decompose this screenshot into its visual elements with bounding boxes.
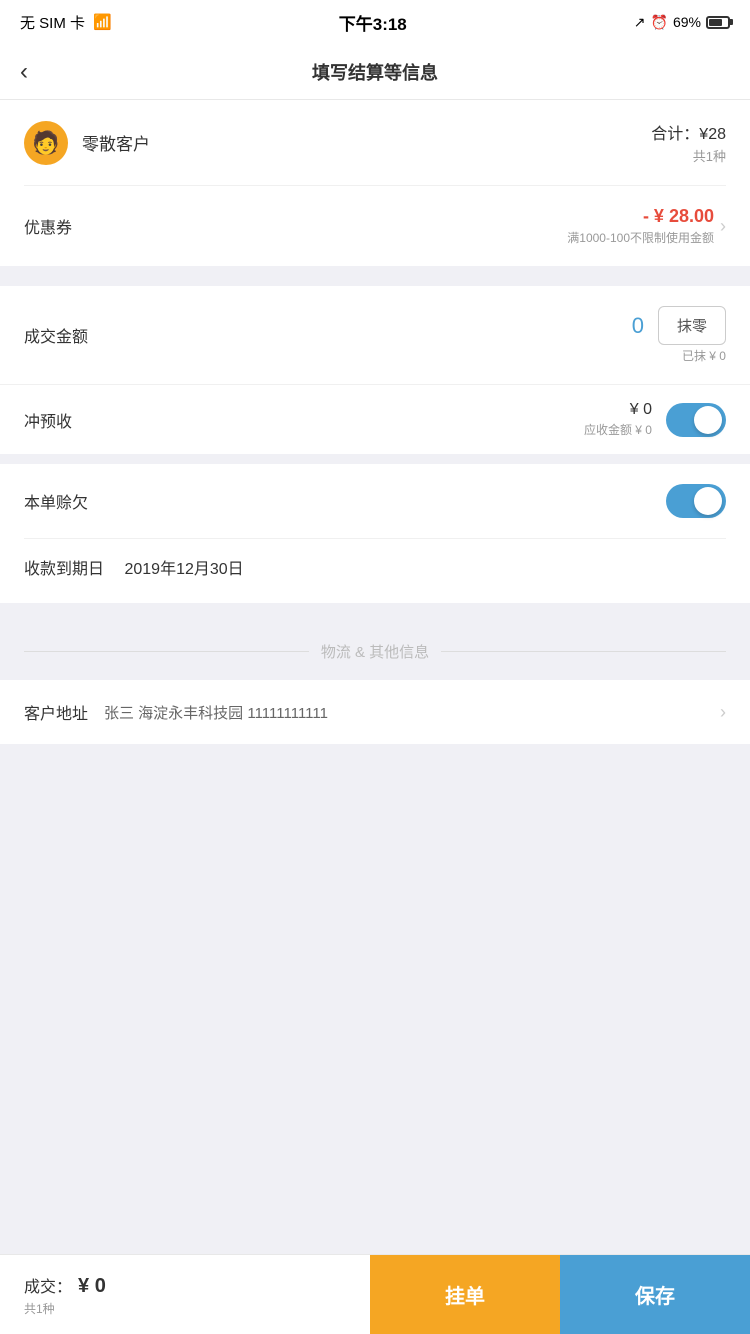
customer-left: 🧑 零散客户 — [24, 121, 150, 165]
pre-receive-amount: ¥ 0 — [584, 401, 652, 419]
coupon-discount: - ¥ 28.00 — [567, 206, 714, 227]
due-date-row: 收款到期日 2019年12月30日 — [0, 539, 750, 603]
round-off-button[interactable]: 抹零 — [658, 306, 726, 345]
deal-amount-value[interactable]: 0 — [604, 313, 644, 339]
customer-section: 🧑 零散客户 合计：¥28 共1种 优惠券 - ¥ 28.00 满1000-10… — [0, 100, 750, 266]
deal-section: 成交金额 0 抹零 已抹 ¥ 0 冲预收 ¥ 0 应收金额 ¥ 0 — [0, 286, 750, 454]
customer-name: 零散客户 — [82, 130, 150, 155]
time-display: 下午3:18 — [339, 10, 407, 35]
coupon-value-wrapper: - ¥ 28.00 满1000-100不限制使用金额 — [567, 206, 714, 246]
content-area: 🧑 零散客户 合计：¥28 共1种 优惠券 - ¥ 28.00 满1000-10… — [0, 100, 750, 834]
logistics-line-left — [24, 651, 309, 652]
debt-section: 本单赊欠 收款到期日 2019年12月30日 — [0, 464, 750, 603]
logistics-section: 物流 & 其他信息 — [0, 623, 750, 680]
chevron-right-icon: › — [720, 216, 726, 237]
wifi-icon: 📶 — [93, 13, 112, 31]
status-left: 无 SIM 卡 📶 — [20, 12, 112, 33]
toggle-knob — [694, 406, 722, 434]
due-date-label: 收款到期日 — [24, 561, 104, 578]
page-title: 填写结算等信息 — [312, 59, 438, 85]
nav-bar: ‹ 填写结算等信息 — [0, 44, 750, 100]
avatar-icon: 🧑 — [32, 130, 59, 156]
battery-icon — [706, 16, 730, 29]
debt-toggle-knob — [694, 487, 722, 515]
customer-row: 🧑 零散客户 合计：¥28 共1种 — [0, 100, 750, 185]
save-button[interactable]: 保存 — [560, 1255, 750, 1334]
pre-receive-row: 冲预收 ¥ 0 应收金额 ¥ 0 — [0, 385, 750, 454]
pre-receive-sub: 应收金额 ¥ 0 — [584, 421, 652, 438]
pre-receive-amounts: ¥ 0 应收金额 ¥ 0 — [584, 401, 652, 438]
address-chevron-icon: › — [720, 702, 726, 723]
deal-amount-row: 成交金额 0 抹零 已抹 ¥ 0 — [0, 286, 750, 385]
logistics-divider: 物流 & 其他信息 — [24, 641, 726, 662]
address-row[interactable]: 客户地址 张三 海淀永丰科技园 11111111111 › — [0, 680, 750, 744]
customer-total: 合计：¥28 共1种 — [651, 120, 726, 165]
gray-divider-2 — [0, 454, 750, 464]
logistics-label: 物流 & 其他信息 — [321, 641, 429, 662]
bottom-summary-label: 成交： — [24, 1273, 72, 1297]
address-section: 客户地址 张三 海淀永丰科技园 11111111111 › — [0, 680, 750, 744]
deal-amount-right: 0 抹零 — [604, 306, 726, 345]
address-key: 客户地址 — [24, 700, 88, 724]
location-icon: ↗ — [634, 14, 646, 31]
bottom-summary-count: 共1种 — [24, 1300, 346, 1317]
hold-order-button[interactable]: 挂单 — [370, 1255, 560, 1334]
bottom-summary-top: 成交： ¥ 0 — [24, 1273, 346, 1298]
battery-percent: 69% — [673, 14, 701, 30]
coupon-label: 优惠券 — [24, 214, 72, 238]
deal-amount-label: 成交金额 — [24, 323, 88, 347]
due-date-value: 2019年12月30日 — [124, 561, 243, 578]
bottom-summary-amount: ¥ 0 — [78, 1275, 106, 1298]
back-button[interactable]: ‹ — [12, 50, 36, 94]
debt-row: 本单赊欠 — [0, 464, 750, 538]
carrier-text: 无 SIM 卡 — [20, 12, 85, 33]
avatar: 🧑 — [24, 121, 68, 165]
coupon-right: - ¥ 28.00 满1000-100不限制使用金额 › — [567, 206, 726, 246]
gray-divider-1 — [0, 276, 750, 286]
debt-toggle[interactable] — [666, 484, 726, 518]
coupon-row[interactable]: 优惠券 - ¥ 28.00 满1000-100不限制使用金额 › — [0, 186, 750, 266]
total-amount: 合计：¥28 — [651, 120, 726, 144]
pre-receive-right: ¥ 0 应收金额 ¥ 0 — [584, 401, 726, 438]
bottom-bar: 成交： ¥ 0 共1种 挂单 保存 — [0, 1254, 750, 1334]
debt-label: 本单赊欠 — [24, 489, 88, 513]
status-right: ↗ ⏰ 69% — [634, 14, 730, 31]
coupon-description: 满1000-100不限制使用金额 — [567, 229, 714, 246]
address-value: 张三 海淀永丰科技园 11111111111 — [104, 702, 704, 723]
deal-amount-sub: 已抹 ¥ 0 — [682, 347, 726, 364]
total-count: 共1种 — [651, 146, 726, 165]
alarm-icon: ⏰ — [651, 14, 668, 31]
pre-receive-toggle[interactable] — [666, 403, 726, 437]
bottom-summary: 成交： ¥ 0 共1种 — [0, 1273, 370, 1317]
pre-receive-label: 冲预收 — [24, 408, 72, 432]
status-bar: 无 SIM 卡 📶 下午3:18 ↗ ⏰ 69% — [0, 0, 750, 44]
gray-divider-3 — [0, 613, 750, 623]
logistics-line-right — [441, 651, 726, 652]
